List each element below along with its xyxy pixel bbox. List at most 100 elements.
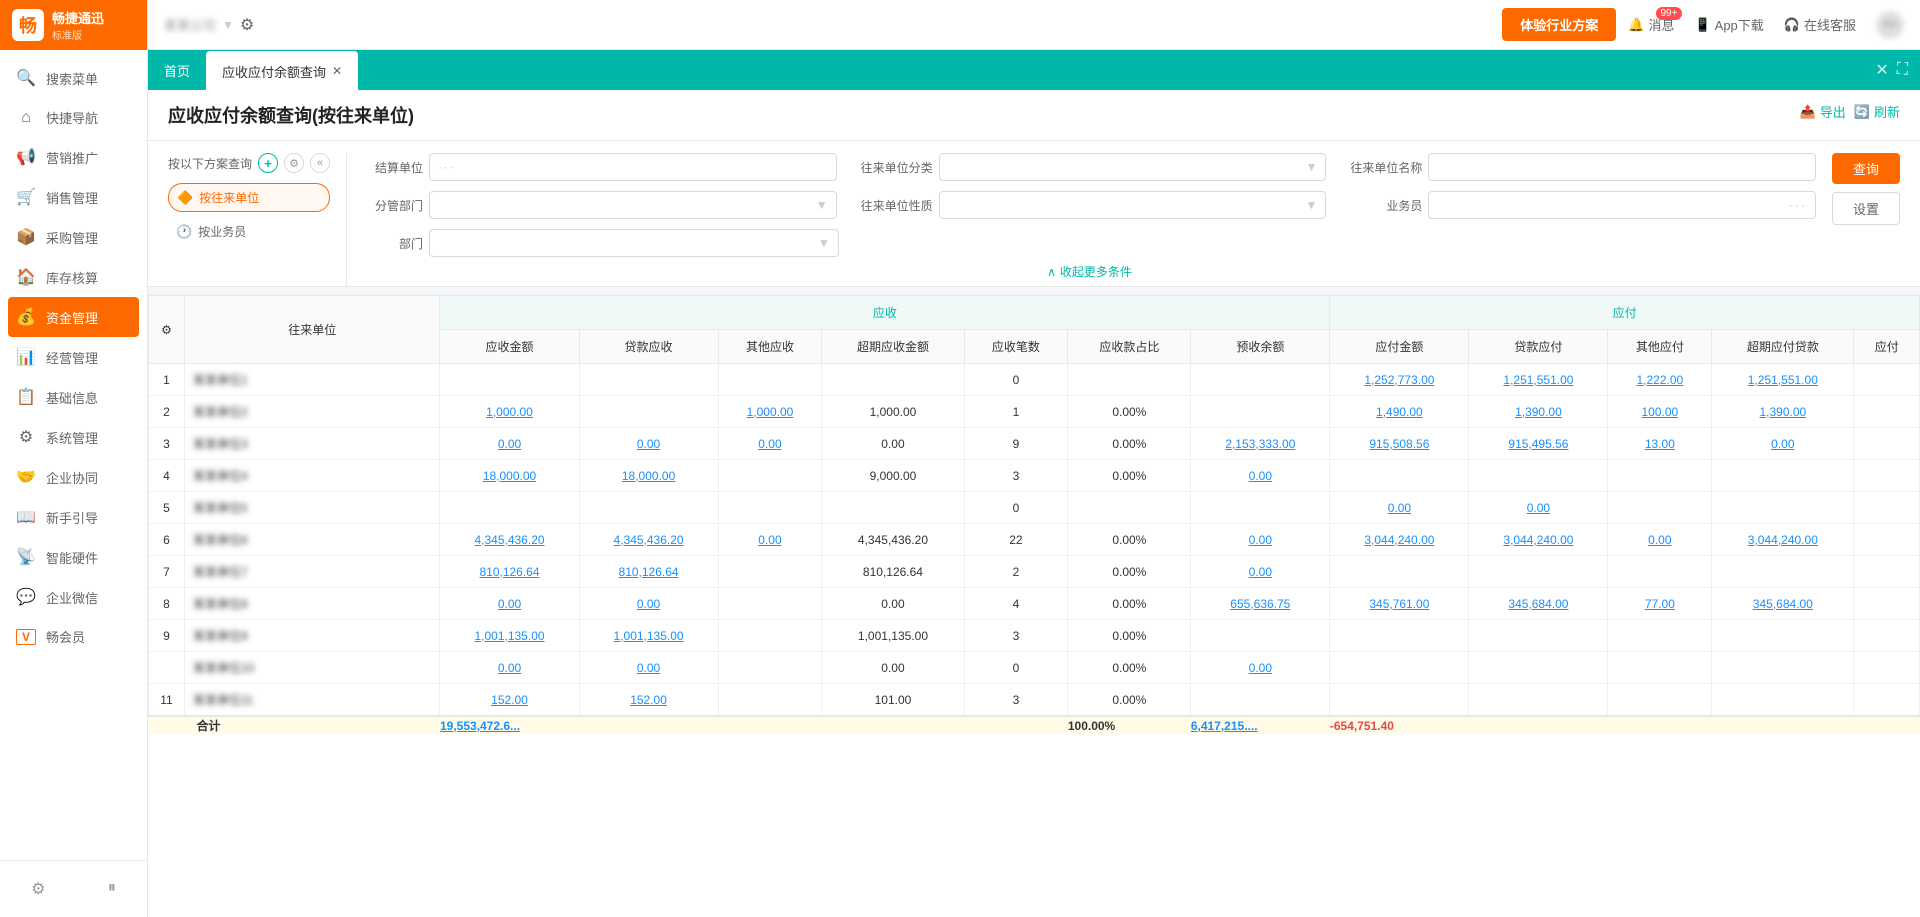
add-scheme-button[interactable]: + [258,153,278,173]
query-button[interactable]: 查询 [1832,153,1900,184]
sidebar-item-vip[interactable]: V 畅会员 [0,617,147,656]
table-cell[interactable]: 0.00 [440,588,579,620]
table-cell[interactable]: 1,001,135.00 [440,620,579,652]
table-cell[interactable]: 18,000.00 [579,460,718,492]
sidebar-item-enterprise-wechat[interactable]: 💬 企业微信 [0,577,147,617]
sidebar-item-system[interactable]: ⚙ 系统管理 [0,417,147,457]
table-cell[interactable]: 1,251,551.00 [1712,364,1854,396]
table-cell[interactable]: 18,000.00 [440,460,579,492]
table-cell[interactable]: 0.00 [440,428,579,460]
input-partner-nature[interactable]: ▼ [939,191,1327,219]
table-cell[interactable]: 1,222.00 [1608,364,1712,396]
header-settings-icon[interactable]: ⚙ [240,15,254,35]
table-cell[interactable]: 345,684.00 [1469,588,1608,620]
table-cell[interactable]: 3,044,240.00 [1469,524,1608,556]
input-partner-name[interactable] [1428,153,1816,181]
table-cell[interactable]: 345,761.00 [1330,588,1469,620]
scheme-item-by-salesperson[interactable]: 🕐 按业务员 [168,218,330,245]
table-cell[interactable]: 152.00 [440,684,579,717]
table-cell[interactable]: 100.00 [1608,396,1712,428]
table-cell[interactable]: 1,251,551.00 [1469,364,1608,396]
table-cell[interactable]: 0.00 [1191,524,1330,556]
footer-ar-amount[interactable]: 19,553,472.6... [440,716,579,734]
table-cell[interactable]: 1,490.00 [1330,396,1469,428]
table-cell[interactable]: 0.00 [1191,556,1330,588]
table-cell[interactable]: 3,044,240.00 [1712,524,1854,556]
user-avatar[interactable]: Rit [1876,11,1904,39]
table-cell[interactable]: 1,001,135.00 [579,620,718,652]
table-cell[interactable]: 0.00 [1330,492,1469,524]
dept-manager-chevron: ▼ [816,198,828,212]
table-cell[interactable]: 0.00 [1191,652,1330,684]
tab-home[interactable]: 首页 [148,50,206,90]
sidebar-item-purchase[interactable]: 📦 采购管理 [0,217,147,257]
table-cell[interactable]: 0.00 [1712,428,1854,460]
scheme-settings-button[interactable]: ⚙ [284,153,304,173]
settings-button[interactable]: 设置 [1832,192,1900,225]
service-button[interactable]: 🎧 在线客服 [1784,15,1856,34]
tabbar-close-icon[interactable]: ✕ [1875,60,1888,80]
export-button[interactable]: 📤 导出 [1800,102,1846,121]
sidebar-item-marketing[interactable]: 📢 营销推广 [0,137,147,177]
table-cell[interactable]: 3,044,240.00 [1330,524,1469,556]
table-cell[interactable]: 810,126.64 [579,556,718,588]
table-cell[interactable]: 0.00 [579,652,718,684]
table-cell[interactable]: 915,508.56 [1330,428,1469,460]
sidebar-item-smart-hw[interactable]: 📡 智能硬件 [0,537,147,577]
table-cell[interactable]: 2,153,333.00 [1191,428,1330,460]
table-cell[interactable]: 1,390.00 [1712,396,1854,428]
input-dept-manager[interactable]: ▼ [429,191,837,219]
sidebar-item-finance[interactable]: 💰 资金管理 [8,297,139,337]
table-cell[interactable]: 4,345,436.20 [579,524,718,556]
footer-ar-prepay[interactable]: 6,417,215.... [1191,716,1330,734]
input-salesperson[interactable]: ··· [1428,191,1816,219]
table-cell[interactable]: 655,636.75 [1191,588,1330,620]
sidebar-item-search-menu[interactable]: 🔍 搜索菜单 [0,58,147,98]
sidebar-item-sales[interactable]: 🛒 销售管理 [0,177,147,217]
table-cell[interactable]: 1,000.00 [440,396,579,428]
table-cell[interactable]: 0.00 [1469,492,1608,524]
col-gear[interactable]: ⚙ [149,296,185,364]
gear-icon[interactable]: ⚙ [161,323,172,337]
table-cell[interactable]: 0.00 [1191,460,1330,492]
table-cell[interactable]: 0.00 [1608,524,1712,556]
table-cell[interactable]: 13.00 [1608,428,1712,460]
tab-ar-ap-close[interactable]: ✕ [332,64,342,78]
table-cell[interactable]: 0.00 [579,588,718,620]
input-settlement-unit[interactable]: ··· [429,153,837,181]
table-cell[interactable]: 4,345,436.20 [440,524,579,556]
table-cell[interactable]: 1,390.00 [1469,396,1608,428]
table-cell[interactable]: 1,252,773.00 [1330,364,1469,396]
collapse-button[interactable]: ∧ 收起更多条件 [1047,263,1132,280]
app-download-button[interactable]: 📱 App下载 [1694,15,1763,34]
scheme-item-by-partner[interactable]: 🔶 按往来单位 [168,183,330,212]
table-container[interactable]: ⚙ 往来单位 应收 应付 应收金额 贷款应收 其他应收 超期应收金额 应收笔数 [148,295,1920,917]
sidebar-item-beginner[interactable]: 📖 新手引导 [0,497,147,537]
table-cell[interactable]: 0.00 [718,428,822,460]
cta-button[interactable]: 体验行业方案 [1502,8,1616,41]
sidebar-settings-button[interactable]: ⚙ [23,871,53,907]
input-dept[interactable]: ▼ [429,229,839,257]
refresh-button[interactable]: 🔄 刷新 [1854,102,1900,121]
sidebar-item-basic-info[interactable]: 📋 基础信息 [0,377,147,417]
table-cell[interactable]: 0.00 [579,428,718,460]
tab-ar-ap-query[interactable]: 应收应付余额查询 ✕ [206,51,358,91]
input-partner-category[interactable]: ▼ [939,153,1327,181]
table-cell[interactable]: 0.00 [718,524,822,556]
scheme-collapse-button[interactable]: « [310,153,330,173]
sidebar-item-quick-nav[interactable]: ⌂ 快捷导航 [0,98,147,137]
sidebar-item-inventory[interactable]: 🏠 库存核算 [0,257,147,297]
table-cell[interactable]: 345,684.00 [1712,588,1854,620]
table-cell[interactable]: 915,495.56 [1469,428,1608,460]
sidebar-bottom: ⚙ ⏸ [0,860,147,917]
table-cell[interactable]: 77.00 [1608,588,1712,620]
table-cell[interactable]: 1,000.00 [718,396,822,428]
sidebar-collapse-button[interactable]: ⏸ [100,871,124,907]
messages-button[interactable]: 🔔 消息 99+ [1628,15,1674,34]
table-cell[interactable]: 0.00 [440,652,579,684]
tabbar-expand-icon[interactable]: ⛶ [1897,61,1908,79]
table-cell[interactable]: 152.00 [579,684,718,717]
sidebar-item-enterprise-collab[interactable]: 🤝 企业协同 [0,457,147,497]
table-cell[interactable]: 810,126.64 [440,556,579,588]
sidebar-item-operations[interactable]: 📊 经营管理 [0,337,147,377]
